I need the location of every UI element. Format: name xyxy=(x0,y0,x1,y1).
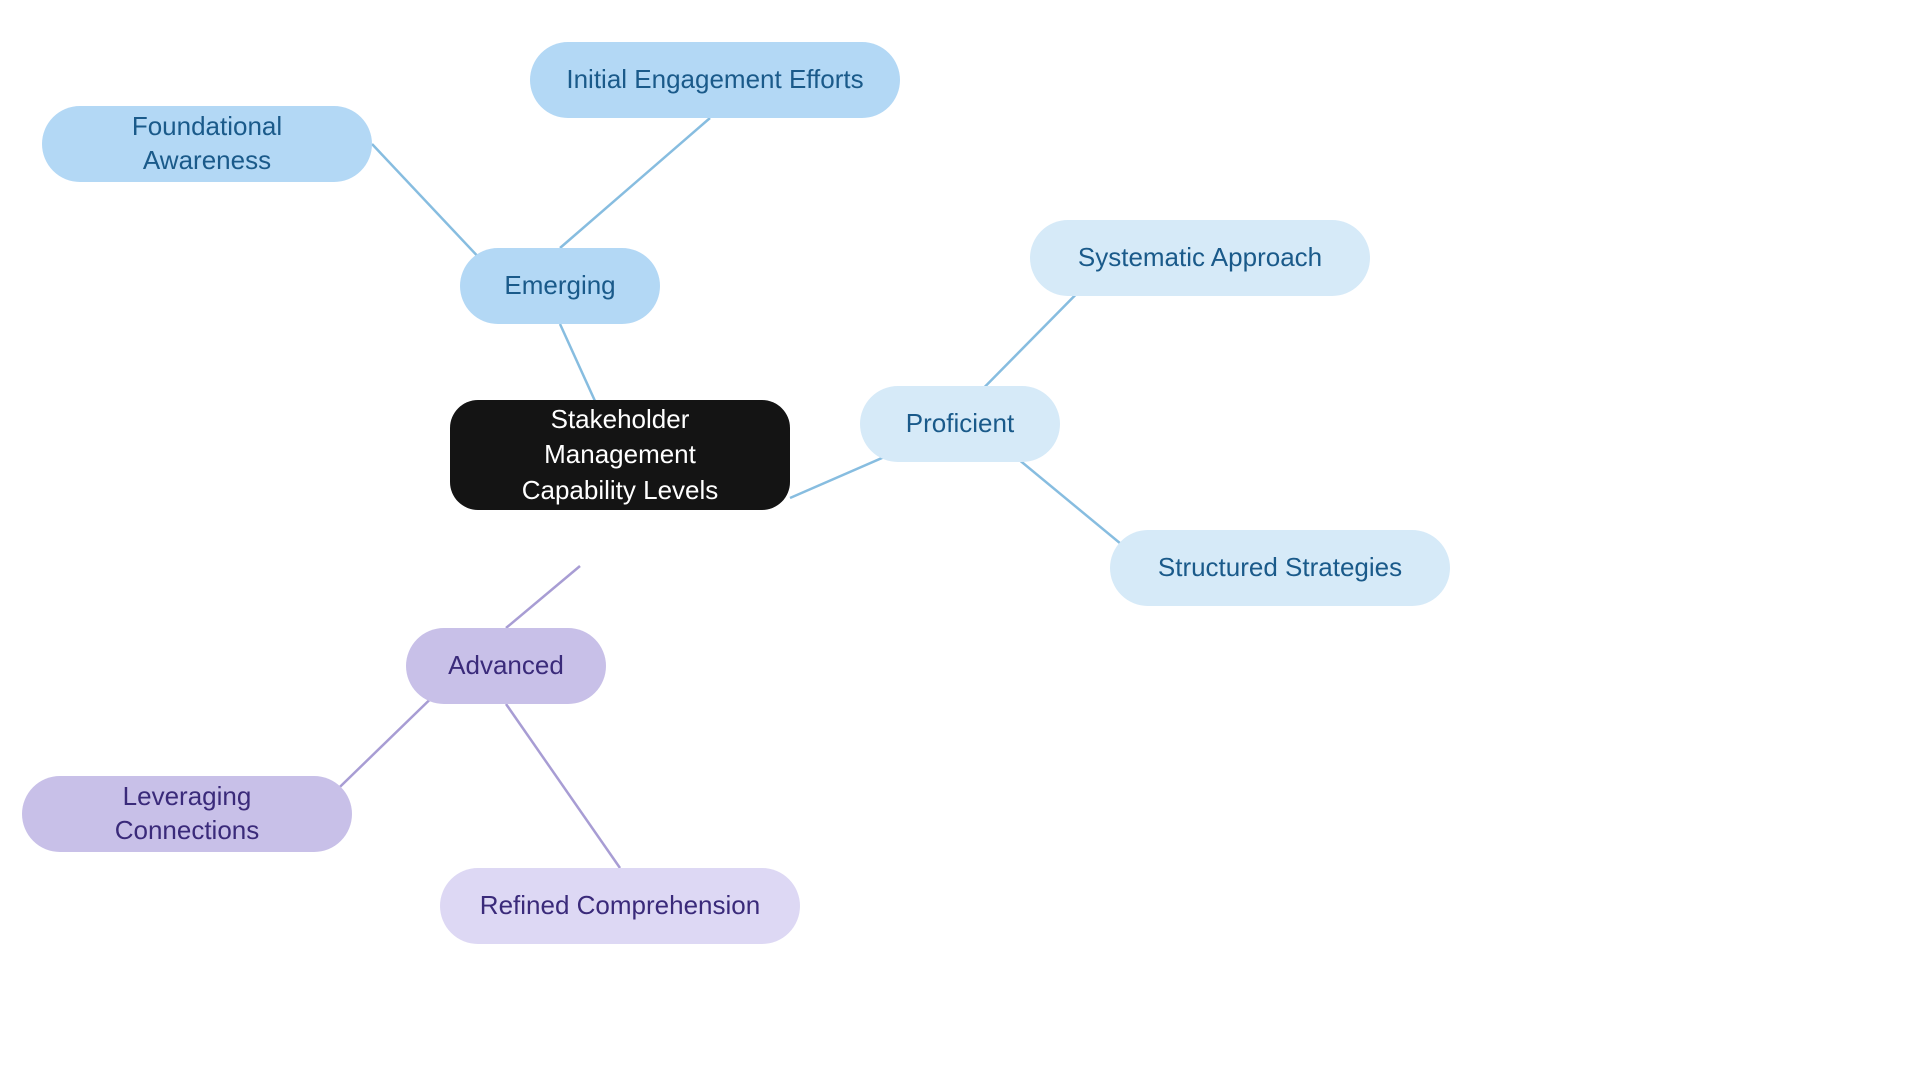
leveraging-connections-label: Leveraging Connections xyxy=(54,780,320,848)
foundational-awareness-node[interactable]: Foundational Awareness xyxy=(42,106,372,182)
proficient-label: Proficient xyxy=(906,407,1014,441)
center-label: Stakeholder Management Capability Levels xyxy=(478,402,762,507)
refined-comprehension-label: Refined Comprehension xyxy=(480,889,760,923)
systematic-approach-node[interactable]: Systematic Approach xyxy=(1030,220,1370,296)
initial-engagement-label: Initial Engagement Efforts xyxy=(566,63,863,97)
proficient-node[interactable]: Proficient xyxy=(860,386,1060,462)
refined-comprehension-node[interactable]: Refined Comprehension xyxy=(440,868,800,944)
structured-strategies-label: Structured Strategies xyxy=(1158,551,1402,585)
leveraging-connections-node[interactable]: Leveraging Connections xyxy=(22,776,352,852)
emerging-label: Emerging xyxy=(504,269,615,303)
foundational-awareness-label: Foundational Awareness xyxy=(74,110,340,178)
advanced-node[interactable]: Advanced xyxy=(406,628,606,704)
initial-engagement-node[interactable]: Initial Engagement Efforts xyxy=(530,42,900,118)
emerging-node[interactable]: Emerging xyxy=(460,248,660,324)
systematic-approach-label: Systematic Approach xyxy=(1078,241,1322,275)
structured-strategies-node[interactable]: Structured Strategies xyxy=(1110,530,1450,606)
center-node[interactable]: Stakeholder Management Capability Levels xyxy=(450,400,790,510)
advanced-label: Advanced xyxy=(448,649,564,683)
